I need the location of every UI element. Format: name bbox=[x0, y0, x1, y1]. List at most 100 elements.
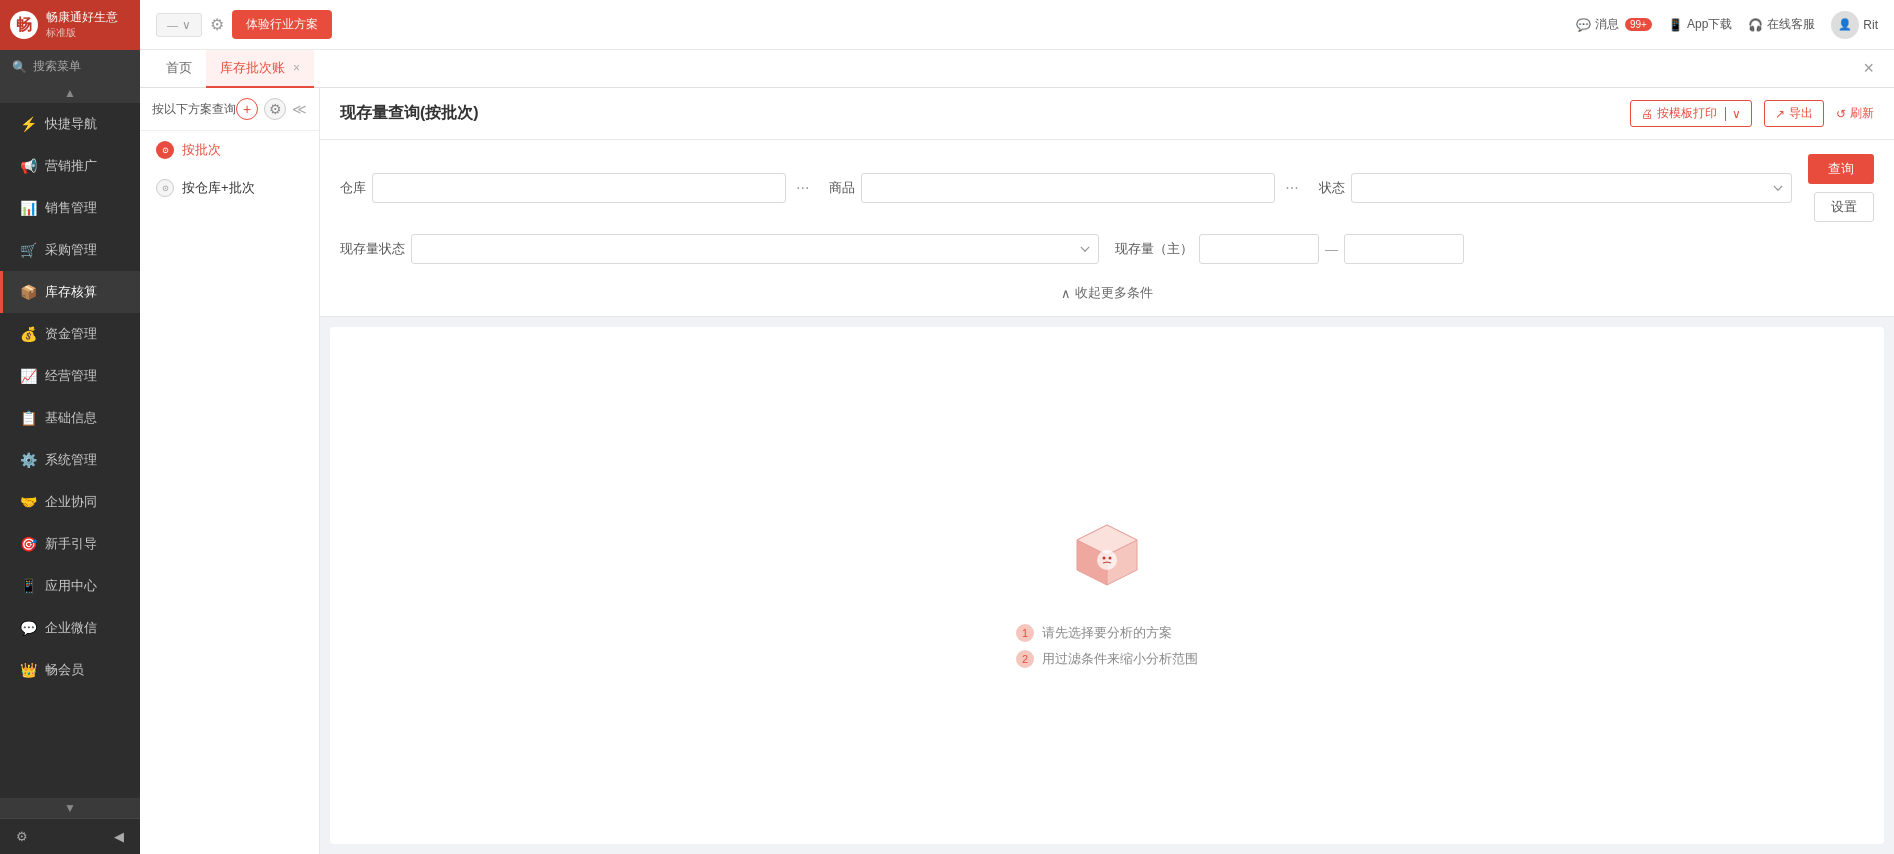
sidebar-scroll-down[interactable]: ▼ bbox=[0, 798, 140, 818]
sidebar-item-operations[interactable]: 📈 经营管理 bbox=[0, 355, 140, 397]
topbar-left: — ∨ ⚙ 体验行业方案 bbox=[156, 10, 1564, 39]
sidebar-item-sales[interactable]: 📊 销售管理 bbox=[0, 187, 140, 229]
sidebar-item-new-guide[interactable]: 🎯 新手引导 bbox=[0, 523, 140, 565]
purchase-icon: 🛒 bbox=[19, 242, 37, 258]
tabs-bar: 首页 库存批次账 × × bbox=[140, 50, 1894, 88]
plus-icon: + bbox=[243, 101, 251, 117]
members-icon: 👑 bbox=[19, 662, 37, 678]
sidebar-item-enterprise-wechat[interactable]: 💬 企业微信 bbox=[0, 607, 140, 649]
print-button[interactable]: 🖨 按模板打印 ∨ bbox=[1630, 100, 1752, 127]
warehouse-filter: 仓库 ··· bbox=[340, 173, 813, 203]
scheme-settings-button[interactable]: ⚙ bbox=[264, 98, 286, 120]
filter-area: 仓库 ··· 商品 ··· 状态 bbox=[320, 140, 1894, 317]
tab-home[interactable]: 首页 bbox=[152, 50, 206, 88]
sales-icon: 📊 bbox=[19, 200, 37, 216]
inventory-qty-filter: 现存量（主） — bbox=[1115, 234, 1874, 264]
inventory-qty-min[interactable] bbox=[1199, 234, 1319, 264]
warehouse-label: 仓库 bbox=[340, 179, 366, 197]
sidebar-item-app-center[interactable]: 📱 应用中心 bbox=[0, 565, 140, 607]
sidebar-scroll-up[interactable]: ▲ bbox=[0, 83, 140, 103]
svg-point-6 bbox=[1109, 556, 1112, 559]
enterprise-wechat-icon: 💬 bbox=[19, 620, 37, 636]
sidebar-item-finance[interactable]: 💰 资金管理 bbox=[0, 313, 140, 355]
status-label: 状态 bbox=[1319, 179, 1345, 197]
sidebar-search[interactable]: 🔍 搜索菜单 bbox=[0, 50, 140, 83]
online-service-action[interactable]: 🎧 在线客服 bbox=[1748, 16, 1815, 33]
page-header-actions: 🖨 按模板打印 ∨ ↗ 导出 ↺ 刷新 bbox=[1630, 100, 1874, 139]
tab-close-inventory-batch[interactable]: × bbox=[293, 61, 300, 75]
breadcrumb: — ∨ bbox=[156, 13, 202, 37]
app-center-icon: 📱 bbox=[19, 578, 37, 594]
svg-point-5 bbox=[1103, 556, 1106, 559]
sidebar: 畅 畅康通好生意 标准版 🔍 搜索菜单 ▲ ⚡ 快捷导航 📢 营销推广 📊 销售… bbox=[0, 0, 140, 854]
inventory-icon: 📦 bbox=[19, 284, 37, 300]
inventory-qty-range: — bbox=[1199, 234, 1464, 264]
content-area: 按以下方案查询 + ⚙ ≪ ⊙ 按批次 bbox=[140, 88, 1894, 854]
sidebar-item-basic-info[interactable]: 📋 基础信息 bbox=[0, 397, 140, 439]
user-profile[interactable]: 👤 Rit bbox=[1831, 11, 1878, 39]
finance-icon: 💰 bbox=[19, 326, 37, 342]
messages-badge: 99+ bbox=[1625, 18, 1652, 31]
sidebar-item-system[interactable]: ⚙️ 系统管理 bbox=[0, 439, 140, 481]
left-panel-actions: + ⚙ ≪ bbox=[236, 98, 307, 120]
warehouse-dots[interactable]: ··· bbox=[792, 179, 813, 197]
settings-button[interactable]: 设置 bbox=[1814, 192, 1874, 222]
settings-footer-icon[interactable]: ⚙ bbox=[16, 829, 28, 844]
query-button[interactable]: 查询 bbox=[1808, 154, 1874, 184]
goods-input[interactable] bbox=[861, 173, 1275, 203]
left-panel-title: 按以下方案查询 bbox=[152, 101, 236, 118]
sidebar-item-quick-nav[interactable]: ⚡ 快捷导航 bbox=[0, 103, 140, 145]
app-download-action[interactable]: 📱 App下载 bbox=[1668, 16, 1732, 33]
hint-num-1: 1 bbox=[1016, 624, 1034, 642]
tab-inventory-batch[interactable]: 库存批次账 × bbox=[206, 50, 314, 88]
status-filter: 状态 bbox=[1319, 173, 1792, 203]
goods-dots[interactable]: ··· bbox=[1281, 179, 1302, 197]
filter-row-2: 现存量状态 现存量（主） — bbox=[340, 234, 1874, 264]
message-icon: 💬 bbox=[1576, 18, 1591, 32]
scheme-list: ⊙ 按批次 ⊙ 按仓库+批次 bbox=[140, 131, 319, 854]
app-logo: 畅 bbox=[10, 11, 38, 39]
sidebar-header: 畅 畅康通好生意 标准版 bbox=[0, 0, 140, 50]
warehouse-input[interactable] bbox=[372, 173, 786, 203]
collapse-more-conditions[interactable]: ∧ 收起更多条件 bbox=[340, 276, 1874, 302]
close-panel-icon[interactable]: × bbox=[1855, 58, 1882, 79]
scheme-item-batch[interactable]: ⊙ 按批次 bbox=[140, 131, 319, 169]
hint-item-2: 2 用过滤条件来缩小分析范围 bbox=[1016, 646, 1198, 672]
export-icon: ↗ bbox=[1775, 107, 1785, 121]
inventory-qty-max[interactable] bbox=[1344, 234, 1464, 264]
qty-dash: — bbox=[1325, 242, 1338, 257]
empty-hints: 1 请先选择要分析的方案 2 用过滤条件来缩小分析范围 bbox=[1016, 620, 1198, 672]
gear-topbar-icon[interactable]: ⚙ bbox=[210, 15, 224, 34]
collapse-left-panel-button[interactable]: ≪ bbox=[292, 101, 307, 117]
operations-icon: 📈 bbox=[19, 368, 37, 384]
print-dropdown-icon[interactable]: ∨ bbox=[1725, 107, 1741, 121]
scheme-dot-batch: ⊙ bbox=[156, 141, 174, 159]
collapse-sidebar-icon[interactable]: ◀ bbox=[114, 829, 124, 844]
add-scheme-button[interactable]: + bbox=[236, 98, 258, 120]
messages-action[interactable]: 💬 消息 99+ bbox=[1576, 16, 1652, 33]
sidebar-item-inventory[interactable]: 📦 库存核算 bbox=[0, 271, 140, 313]
enterprise-icon: 🤝 bbox=[19, 494, 37, 510]
status-select[interactable] bbox=[1351, 173, 1792, 203]
right-panel: 现存量查询(按批次) 🖨 按模板打印 ∨ ↗ 导出 ↺ 刷新 bbox=[320, 88, 1894, 854]
hint-num-2: 2 bbox=[1016, 650, 1034, 668]
export-button[interactable]: ↗ 导出 bbox=[1764, 100, 1824, 127]
scheme-dot-warehouse-batch: ⊙ bbox=[156, 179, 174, 197]
scheme-item-warehouse-batch[interactable]: ⊙ 按仓库+批次 bbox=[140, 169, 319, 207]
page-title: 现存量查询(按批次) bbox=[340, 103, 479, 136]
avatar: 👤 bbox=[1831, 11, 1859, 39]
search-icon: 🔍 bbox=[12, 60, 27, 74]
sidebar-item-marketing[interactable]: 📢 营销推广 bbox=[0, 145, 140, 187]
goods-label: 商品 bbox=[829, 179, 855, 197]
chevron-up-icon: ∧ bbox=[1061, 286, 1071, 301]
service-icon: 🎧 bbox=[1748, 18, 1763, 32]
inventory-status-select[interactable] bbox=[411, 234, 1099, 264]
sidebar-item-purchase[interactable]: 🛒 采购管理 bbox=[0, 229, 140, 271]
chevron-down-icon[interactable]: ∨ bbox=[182, 18, 191, 32]
marketing-icon: 📢 bbox=[19, 158, 37, 174]
refresh-button[interactable]: ↺ 刷新 bbox=[1836, 105, 1874, 122]
sidebar-item-members[interactable]: 👑 畅会员 bbox=[0, 649, 140, 691]
sidebar-item-enterprise[interactable]: 🤝 企业协同 bbox=[0, 481, 140, 523]
industry-plan-button[interactable]: 体验行业方案 bbox=[232, 10, 332, 39]
quick-nav-icon: ⚡ bbox=[19, 116, 37, 132]
